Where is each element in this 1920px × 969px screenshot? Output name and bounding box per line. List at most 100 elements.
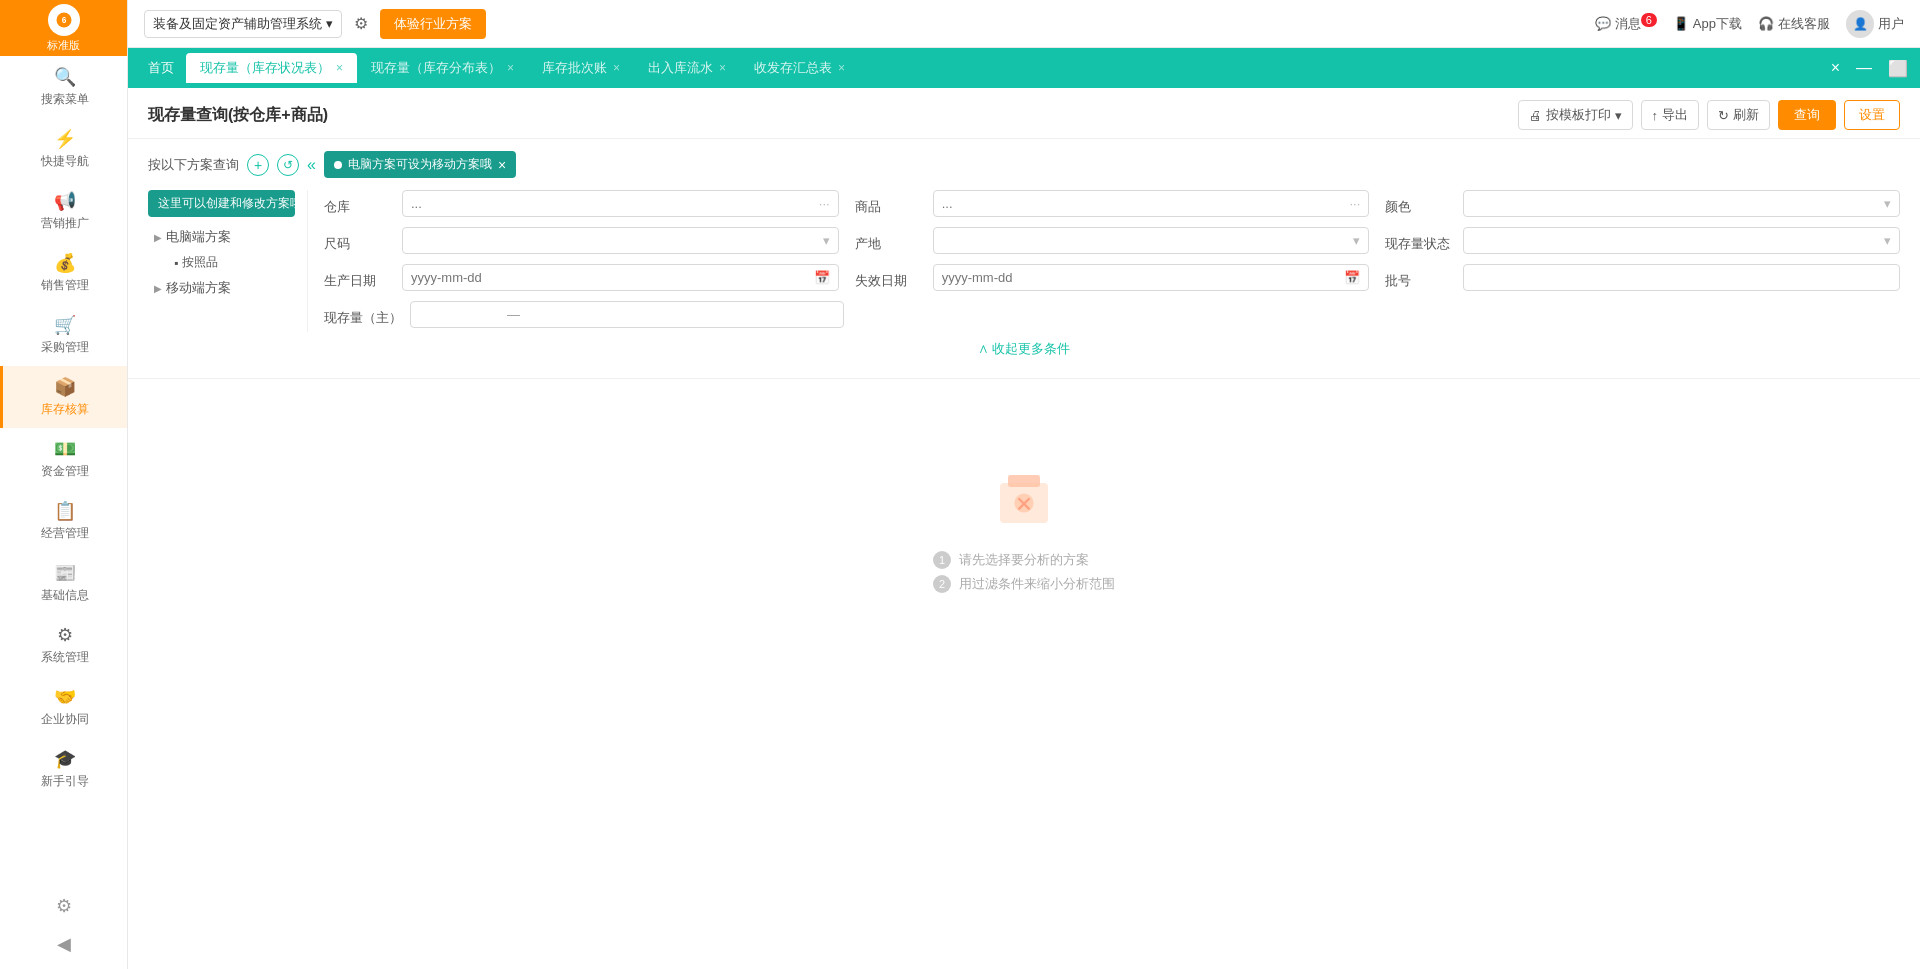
app-logo-icon: 6 (48, 4, 80, 36)
tab-bar-actions: × — ⬜ (1827, 55, 1912, 82)
warehouse-input[interactable] (411, 196, 819, 211)
user-item[interactable]: 👤 用户 (1846, 10, 1904, 38)
add-scheme-tooltip-close[interactable]: × (498, 157, 506, 173)
batch-input[interactable] (1472, 270, 1891, 285)
create-tooltip-close[interactable]: × (308, 196, 316, 212)
export-button[interactable]: ↑ 导出 (1641, 100, 1700, 130)
top-bar: 装备及固定资产辅助管理系统 ▾ ⚙ 体验行业方案 💬 消息 6 📱 App下载 … (128, 0, 1920, 48)
message-icon: 💬 (1595, 16, 1611, 31)
sidebar-item-operations[interactable]: 📋 经营管理 (0, 490, 127, 552)
sidebar-item-inventory[interactable]: 📦 库存核算 (0, 366, 127, 428)
sidebar-item-label: 采购管理 (41, 339, 89, 356)
step-1-text: 请先选择要分析的方案 (959, 551, 1089, 569)
field-expire-date-label: 失效日期 (855, 266, 925, 290)
tab-in-out-flow-close[interactable]: × (719, 61, 726, 75)
color-input[interactable] (1472, 196, 1884, 211)
expire-date-input[interactable] (942, 270, 1345, 285)
sidebar-item-enterprise[interactable]: 🤝 企业协同 (0, 676, 127, 738)
app-download-item[interactable]: 📱 App下载 (1673, 15, 1742, 33)
avatar-icon: 👤 (1853, 17, 1868, 31)
origin-dropdown-icon[interactable]: ▾ (1353, 233, 1360, 248)
stock-status-input[interactable] (1472, 233, 1884, 248)
field-goods-label: 商品 (855, 192, 925, 216)
tab-batch-ledger[interactable]: 库存批次账 × (528, 53, 634, 83)
scheme-pc-item-0[interactable]: ▪ 按照品 (168, 251, 295, 274)
refresh-label: 刷新 (1733, 106, 1759, 124)
empty-state: 1 请先选择要分析的方案 2 用过滤条件来缩小分析范围 (128, 379, 1920, 673)
filter-header: 按以下方案查询 + ↺ « 电脑方案可设为移动方案哦 × (148, 151, 1900, 178)
collapse-more-btn[interactable]: ∧ 收起更多条件 (148, 332, 1900, 366)
field-stock-status: 现存量状态 ▾ (1385, 227, 1900, 254)
query-button[interactable]: 查询 (1778, 100, 1836, 130)
sidebar-item-label: 企业协同 (41, 711, 89, 728)
app-download-label: App下载 (1693, 15, 1742, 33)
inventory-icon: 📦 (54, 376, 76, 398)
goods-input[interactable] (942, 196, 1350, 211)
settings-icon[interactable]: ⚙ (354, 14, 368, 33)
tab-close-all-icon[interactable]: × (1827, 55, 1844, 81)
color-dropdown-icon[interactable]: ▾ (1884, 196, 1891, 211)
scheme-pc-root[interactable]: ▶ 电脑端方案 (148, 225, 295, 249)
collapse-up-icon: ∧ (978, 341, 989, 356)
set-button[interactable]: 设置 (1844, 100, 1900, 130)
tab-stock-status[interactable]: 现存量（库存状况表） × (186, 53, 357, 83)
tab-stock-dist-close[interactable]: × (507, 61, 514, 75)
tab-in-out-flow[interactable]: 出入库流水 × (634, 53, 740, 83)
online-support-item[interactable]: 🎧 在线客服 (1758, 15, 1830, 33)
basic-info-icon: 📰 (54, 562, 76, 584)
sidebar-item-purchase[interactable]: 🛒 采购管理 (0, 304, 127, 366)
tab-minimize-icon[interactable]: — (1852, 55, 1876, 81)
filter-add-button[interactable]: + (247, 154, 269, 176)
tab-receipt-summary-close[interactable]: × (838, 61, 845, 75)
settings-bottom-icon[interactable]: ⚙ (0, 889, 127, 923)
refresh-button[interactable]: ↻ 刷新 (1707, 100, 1770, 130)
origin-input[interactable] (942, 233, 1354, 248)
sidebar-logo: 6 标准版 (0, 0, 127, 56)
marketing-icon: 📢 (54, 190, 76, 212)
sidebar-item-assets[interactable]: 💵 资金管理 (0, 428, 127, 490)
add-scheme-tooltip: 电脑方案可设为移动方案哦 × (324, 151, 516, 178)
filter-back-arrow[interactable]: « (307, 156, 316, 174)
step-2-text: 用过滤条件来缩小分析范围 (959, 575, 1115, 593)
add-scheme-tooltip-dot (334, 161, 342, 169)
sidebar-item-quick-nav[interactable]: ⚡ 快捷导航 (0, 118, 127, 180)
size-input[interactable] (411, 233, 823, 248)
sidebar-item-search[interactable]: 🔍 搜索菜单 (0, 56, 127, 118)
sidebar-item-marketing[interactable]: 📢 营销推广 (0, 180, 127, 242)
create-tooltip-text: 这里可以创建和修改方案哦 (158, 195, 302, 212)
filter-cycle-button[interactable]: ↺ (277, 154, 299, 176)
tab-maximize-icon[interactable]: ⬜ (1884, 55, 1912, 82)
empty-step-1: 1 请先选择要分析的方案 (933, 551, 1115, 569)
stock-qty-max-input[interactable] (528, 307, 608, 322)
sidebar-item-label: 库存核算 (41, 401, 89, 418)
stock-status-dropdown-icon[interactable]: ▾ (1884, 233, 1891, 248)
prod-date-cal-icon[interactable]: 📅 (814, 270, 830, 285)
message-item[interactable]: 💬 消息 6 (1595, 15, 1657, 33)
tab-receipt-summary[interactable]: 收发存汇总表 × (740, 53, 859, 83)
tab-stock-dist[interactable]: 现存量（库存分布表） × (357, 53, 528, 83)
expire-date-cal-icon[interactable]: 📅 (1344, 270, 1360, 285)
stock-qty-min-input[interactable] (419, 307, 499, 322)
sidebar-item-sales[interactable]: 💰 销售管理 (0, 242, 127, 304)
prod-date-input[interactable] (411, 270, 814, 285)
system-selector[interactable]: 装备及固定资产辅助管理系统 ▾ (144, 10, 342, 38)
scheme-pc-label: 电脑端方案 (166, 228, 231, 246)
sidebar-item-label: 营销推广 (41, 215, 89, 232)
filter-sidebar-panel: 这里可以创建和修改方案哦 × ▶ 电脑端方案 ▪ 按照品 (148, 190, 308, 332)
trial-button[interactable]: 体验行业方案 (380, 9, 486, 39)
sidebar-item-system[interactable]: ⚙ 系统管理 (0, 614, 127, 676)
page-header: 现存量查询(按仓库+商品) 🖨 按模板打印 ▾ ↑ 导出 ↻ 刷新 查询 设置 (128, 88, 1920, 139)
sidebar-item-label: 基础信息 (41, 587, 89, 604)
collapse-sidebar-icon[interactable]: ◀ (0, 927, 127, 961)
sidebar-item-guide[interactable]: 🎓 新手引导 (0, 738, 127, 800)
size-dropdown-icon[interactable]: ▾ (823, 233, 830, 248)
tab-batch-ledger-close[interactable]: × (613, 61, 620, 75)
scheme-tree: ▶ 电脑端方案 ▪ 按照品 ▶ 移动端方案 (148, 225, 295, 300)
tab-home[interactable]: 首页 (136, 53, 186, 83)
sidebar-item-basic-info[interactable]: 📰 基础信息 (0, 552, 127, 614)
tab-stock-status-close[interactable]: × (336, 61, 343, 75)
print-button[interactable]: 🖨 按模板打印 ▾ (1518, 100, 1633, 130)
scheme-mobile-root[interactable]: ▶ 移动端方案 (148, 276, 295, 300)
field-warehouse-label: 仓库 (324, 192, 394, 216)
scheme-pc-item-icon: ▪ (174, 256, 178, 270)
